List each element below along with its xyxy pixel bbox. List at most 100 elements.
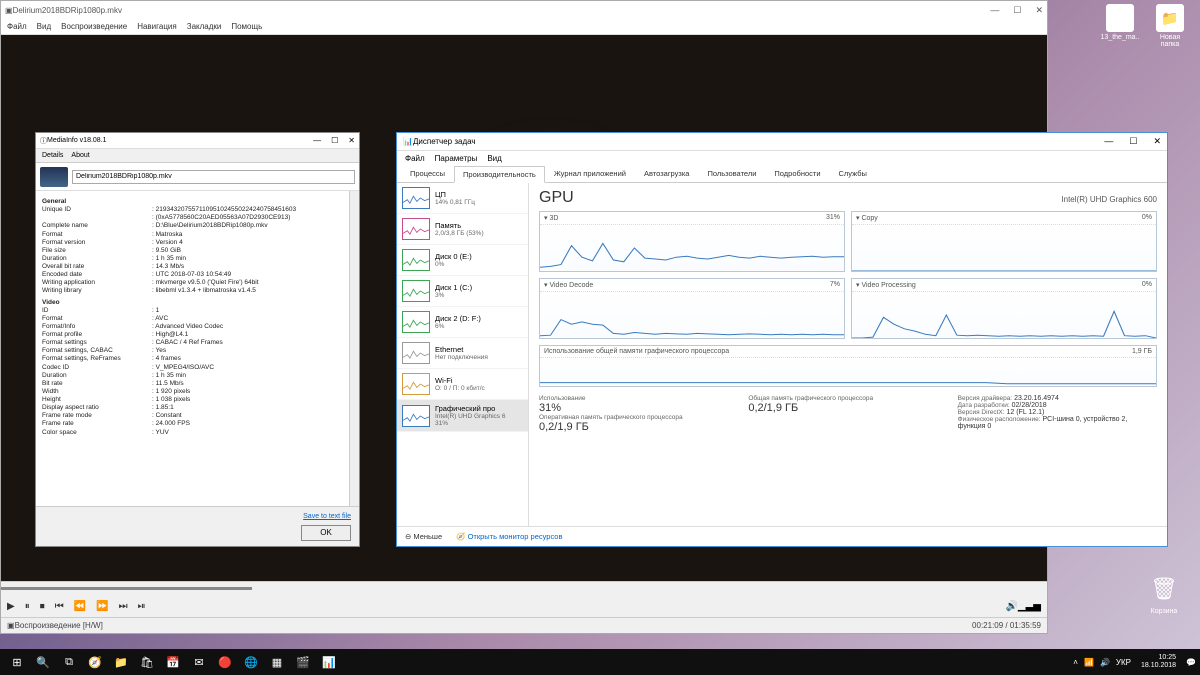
file-path-input[interactable] bbox=[72, 170, 355, 184]
tray-clock[interactable]: 10:2518.10.2018 bbox=[1137, 654, 1180, 669]
sidebar-item[interactable]: ЦП14% 0,81 ГГц bbox=[397, 183, 528, 214]
tab-4[interactable]: Пользователи bbox=[698, 165, 765, 182]
menu-help[interactable]: Помощь bbox=[231, 22, 262, 31]
scrollbar[interactable] bbox=[349, 191, 359, 506]
volume-icon[interactable]: 🔊▁▃▅ bbox=[1005, 601, 1041, 612]
tray-lang[interactable]: УКР bbox=[1116, 658, 1131, 667]
taskbar-app[interactable]: ✉ bbox=[186, 651, 212, 673]
gpu-chart-video-processing[interactable]: ▾ Video Processing0% bbox=[851, 278, 1157, 339]
playback-time: 00:21:09 / 01:35:59 bbox=[972, 621, 1041, 630]
taskbar-app[interactable]: 🧭 bbox=[82, 651, 108, 673]
open-resource-monitor-link[interactable]: 🧭 Открыть монитор ресурсов bbox=[456, 532, 562, 541]
gpu-detail-pane: GPU Intel(R) UHD Graphics 600 ▾ 3D31%▾ C… bbox=[529, 183, 1167, 526]
forward-button[interactable]: ⏩ bbox=[96, 601, 108, 612]
menu-navigation[interactable]: Навигация bbox=[137, 22, 177, 31]
taskmgr-titlebar[interactable]: 📊 Диспетчер задач —☐✕ bbox=[397, 133, 1167, 151]
player-controls: ▶ ⏸ ⏹ ⏮ ⏪ ⏩ ⏭ ⏯ 🔊▁▃▅ bbox=[1, 595, 1047, 617]
tab-1[interactable]: Производительность bbox=[454, 166, 545, 183]
mediainfo-file-row bbox=[36, 163, 359, 191]
menu-view[interactable]: Вид bbox=[487, 154, 501, 163]
taskbar: ⊞ 🔍 ⧉ 🧭 📁 🛍 📅 ✉ 🔴 🌐 ▦ 🎬 📊 ˄ 📶 🔊 УКР 10:2… bbox=[0, 649, 1200, 675]
minimize-button[interactable]: — bbox=[990, 5, 999, 16]
taskmgr-footer: ⊖ Меньше 🧭 Открыть монитор ресурсов bbox=[397, 526, 1167, 546]
desktop-icon-folder[interactable]: 📁Новая папка bbox=[1150, 4, 1190, 48]
menu-playback[interactable]: Воспроизведение bbox=[61, 22, 127, 31]
tab-5[interactable]: Подробности bbox=[765, 165, 829, 182]
close-button[interactable]: ✕ bbox=[1153, 136, 1161, 147]
mediainfo-tabs: Details About bbox=[36, 149, 359, 163]
prev-button[interactable]: ⏮ bbox=[55, 601, 64, 612]
next-button[interactable]: ⏭ bbox=[119, 601, 128, 612]
gpu-charts: ▾ 3D31%▾ Copy0%▾ Video Decode7%▾ Video P… bbox=[539, 211, 1157, 387]
tray-notifications-icon[interactable]: 💬 bbox=[1186, 658, 1196, 667]
sidebar-item[interactable]: Wi-FiО: 0 / П: 0 кбит/c bbox=[397, 369, 528, 400]
play-button[interactable]: ▶ bbox=[7, 601, 15, 612]
mpc-app-icon: ▣ bbox=[5, 6, 13, 15]
menu-bookmarks[interactable]: Закладки bbox=[187, 22, 222, 31]
tray-network-icon[interactable]: 📶 bbox=[1084, 658, 1094, 667]
tray-expand-icon[interactable]: ˄ bbox=[1073, 658, 1078, 667]
search-button[interactable]: 🔍 bbox=[30, 651, 56, 673]
minimize-button[interactable]: — bbox=[1104, 136, 1113, 147]
rewind-button[interactable]: ⏪ bbox=[74, 601, 86, 612]
menu-file[interactable]: Файл bbox=[405, 154, 425, 163]
taskbar-app[interactable]: ▦ bbox=[264, 651, 290, 673]
sidebar-item[interactable]: Память2,0/3,8 ГБ (53%) bbox=[397, 214, 528, 245]
tab-3[interactable]: Автозагрузка bbox=[635, 165, 699, 182]
minimize-button[interactable]: — bbox=[313, 136, 321, 145]
taskbar-app[interactable]: 📅 bbox=[160, 651, 186, 673]
tab-about[interactable]: About bbox=[71, 152, 89, 159]
save-to-text-link[interactable]: Save to text file bbox=[303, 513, 351, 520]
gpu-chart-copy[interactable]: ▾ Copy0% bbox=[851, 211, 1157, 272]
close-button[interactable]: ✕ bbox=[1035, 5, 1043, 16]
mpc-titlebar[interactable]: ▣ Delirium2018BDRip1080p.mkv — ☐ ✕ bbox=[1, 1, 1047, 19]
playback-status: Воспроизведение [H/W] bbox=[15, 621, 103, 630]
taskbar-app[interactable]: 🛍 bbox=[134, 651, 160, 673]
fewer-details-button[interactable]: ⊖ Меньше bbox=[405, 532, 442, 541]
close-button[interactable]: ✕ bbox=[348, 136, 355, 145]
taskview-button[interactable]: ⧉ bbox=[56, 651, 82, 673]
mpc-title-text: Delirium2018BDRip1080p.mkv bbox=[13, 6, 122, 15]
gpu-shared-memory-chart[interactable]: Использование общей памяти графического … bbox=[539, 345, 1157, 387]
maximize-button[interactable]: ☐ bbox=[331, 136, 338, 145]
start-button[interactable]: ⊞ bbox=[4, 651, 30, 673]
menu-options[interactable]: Параметры bbox=[435, 154, 478, 163]
desktop-icons: 🎞13_the_ma.. 📁Новая папка bbox=[1100, 4, 1190, 48]
sidebar-item[interactable]: Диск 2 (D: F:)6% bbox=[397, 307, 528, 338]
taskbar-app[interactable]: 📊 bbox=[316, 651, 342, 673]
gpu-chart-video-decode[interactable]: ▾ Video Decode7% bbox=[539, 278, 845, 339]
tray-volume-icon[interactable]: 🔊 bbox=[1100, 658, 1110, 667]
ok-button[interactable]: OK bbox=[301, 525, 351, 541]
menu-view[interactable]: Вид bbox=[37, 22, 51, 31]
gpu-heading: GPU bbox=[539, 189, 574, 207]
mediainfo-window: ⓘ MediaInfo v18.08.1 —☐✕ Details About G… bbox=[35, 132, 360, 547]
taskbar-app[interactable]: 🔴 bbox=[212, 651, 238, 673]
recycle-bin[interactable]: 🗑Корзина bbox=[1148, 576, 1180, 615]
desktop-icon-file[interactable]: 🎞13_the_ma.. bbox=[1100, 4, 1140, 48]
gpu-device-name: Intel(R) UHD Graphics 600 bbox=[1061, 195, 1157, 204]
taskmgr-window: 📊 Диспетчер задач —☐✕ Файл Параметры Вид… bbox=[396, 132, 1168, 547]
taskbar-app[interactable]: 🌐 bbox=[238, 651, 264, 673]
gpu-stats: Использование31%Оперативная память графи… bbox=[539, 395, 1157, 433]
sidebar-item[interactable]: Диск 0 (E:)0% bbox=[397, 245, 528, 276]
seek-bar[interactable] bbox=[1, 581, 1047, 595]
step-button[interactable]: ⏯ bbox=[138, 601, 146, 612]
maximize-button[interactable]: ☐ bbox=[1013, 5, 1021, 16]
menu-file[interactable]: Файл bbox=[7, 22, 27, 31]
stop-button[interactable]: ⏹ bbox=[40, 601, 45, 612]
tab-6[interactable]: Службы bbox=[830, 165, 876, 182]
gpu-chart-3d[interactable]: ▾ 3D31% bbox=[539, 211, 845, 272]
taskmgr-title: Диспетчер задач bbox=[413, 137, 476, 146]
tab-0[interactable]: Процессы bbox=[401, 165, 454, 182]
tab-2[interactable]: Журнал приложений bbox=[545, 165, 635, 182]
mediainfo-titlebar[interactable]: ⓘ MediaInfo v18.08.1 —☐✕ bbox=[36, 133, 359, 149]
taskbar-app[interactable]: 🎬 bbox=[290, 651, 316, 673]
sidebar-item[interactable]: Диск 1 (C:)3% bbox=[397, 276, 528, 307]
tab-details[interactable]: Details bbox=[42, 152, 63, 159]
taskbar-app[interactable]: 📁 bbox=[108, 651, 134, 673]
pause-button[interactable]: ⏸ bbox=[25, 601, 30, 612]
sidebar-item[interactable]: EthernetНет подключения bbox=[397, 338, 528, 369]
mpc-menubar: Файл Вид Воспроизведение Навигация Закла… bbox=[1, 19, 1047, 35]
maximize-button[interactable]: ☐ bbox=[1129, 136, 1137, 147]
sidebar-item[interactable]: Графический проIntel(R) UHD Graphics 631… bbox=[397, 400, 528, 432]
